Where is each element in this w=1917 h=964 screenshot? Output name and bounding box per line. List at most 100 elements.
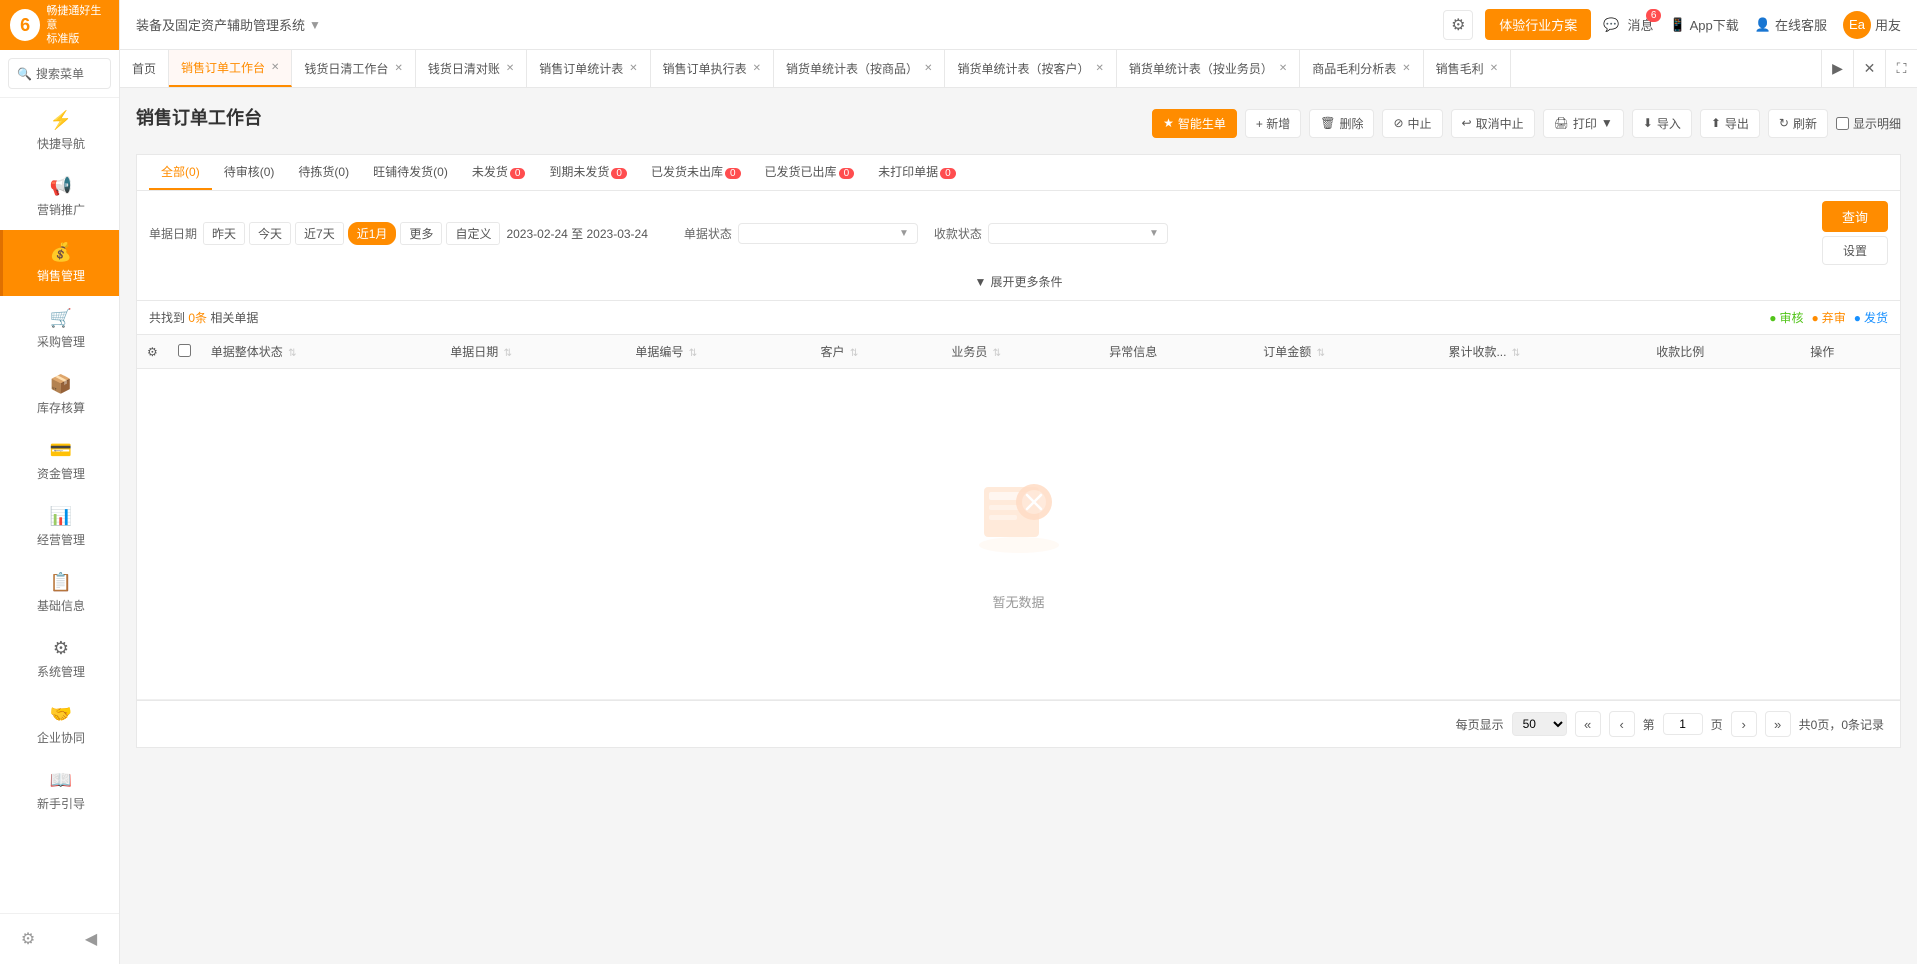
tab-cash-daily[interactable]: 钱货日清工作台 ✕ (292, 50, 415, 87)
tab-close-icon[interactable]: ✕ (924, 63, 932, 74)
date-today-btn[interactable]: 今天 (249, 222, 291, 245)
tab-scroll-right-button[interactable]: ▶ (1821, 50, 1853, 88)
sort-icon[interactable]: ⇅ (689, 348, 697, 359)
subtab-not-shipped[interactable]: 未发货0 (460, 155, 538, 190)
import-button[interactable]: ⬇ 导入 (1632, 109, 1692, 138)
subtab-overdue-not-shipped[interactable]: 到期未发货0 (537, 155, 639, 190)
refresh-button[interactable]: ↻ 刷新 (1768, 109, 1828, 138)
sort-icon[interactable]: ⇅ (850, 348, 858, 359)
select-all-checkbox[interactable] (178, 344, 191, 357)
logo-text: 畅捷通好生意 标准版 (46, 4, 109, 47)
tab-close-icon[interactable]: ✕ (1402, 63, 1410, 74)
tab-sales-order-workbench[interactable]: 销售订单工作台 ✕ (169, 50, 292, 87)
date-7days-btn[interactable]: 近7天 (295, 222, 344, 245)
collapse-button[interactable]: ◀ (73, 924, 109, 954)
status-filter: 单据状态 ▼ (684, 223, 918, 244)
stop-button[interactable]: ⊘ 中止 (1382, 109, 1442, 138)
tab-cash-reconcile[interactable]: 钱货日清对账 ✕ (416, 50, 527, 87)
page-last-button[interactable]: » (1765, 711, 1791, 737)
batch-ship-button[interactable]: ● 发货 (1854, 309, 1888, 326)
tab-close-icon[interactable]: ✕ (1279, 63, 1287, 74)
page-size-select[interactable]: 50 10 20 100 (1512, 712, 1567, 736)
smart-create-button[interactable]: ★ 智能生单 (1152, 109, 1237, 138)
sidebar-item-inventory[interactable]: 📦 库存核算 (0, 362, 119, 428)
show-detail-checkbox[interactable]: 显示明细 (1836, 115, 1901, 132)
tab-sales-profit[interactable]: 销售毛利 ✕ (1424, 50, 1511, 87)
subtab-shipped-not-out[interactable]: 已发货未出库0 (639, 155, 753, 190)
delete-button[interactable]: 🗑 删除 (1309, 109, 1374, 138)
set-button[interactable]: 设置 (1822, 236, 1888, 265)
sidebar-item-marketing[interactable]: 📢 营销推广 (0, 164, 119, 230)
tab-gross-margin[interactable]: 商品毛利分析表 ✕ (1300, 50, 1423, 87)
payment-select[interactable]: ▼ (988, 223, 1168, 244)
page-prev-button[interactable]: ‹ (1609, 711, 1635, 737)
date-1month-btn[interactable]: 近1月 (348, 222, 397, 245)
sort-icon[interactable]: ⇅ (1317, 348, 1325, 359)
batch-review-button[interactable]: ● 审核 (1769, 309, 1803, 326)
tab-sales-stats[interactable]: 销售订单统计表 ✕ (527, 50, 650, 87)
sidebar-item-guide[interactable]: 📖 新手引导 (0, 758, 119, 824)
col-settings-icon[interactable]: ⚙ (147, 345, 158, 359)
topbar-settings-button[interactable]: ⚙ (1443, 10, 1473, 40)
date-more-btn[interactable]: 更多 (400, 222, 442, 245)
tab-home[interactable]: 首页 (120, 50, 169, 87)
status-select[interactable]: ▼ (738, 223, 918, 244)
sidebar-item-sales[interactable]: 💰 销售管理 (0, 230, 119, 296)
solution-button[interactable]: 体验行业方案 (1485, 9, 1591, 40)
query-button[interactable]: 查询 (1822, 201, 1888, 232)
subtab-not-printed[interactable]: 未打印单据0 (866, 155, 968, 190)
sidebar-item-system[interactable]: ⚙ 系统管理 (0, 626, 119, 692)
subtab-pending-check[interactable]: 待拣货(0) (286, 155, 361, 190)
tab-close-icon[interactable]: ✕ (1490, 63, 1498, 74)
sidebar-item-operations[interactable]: 📊 经营管理 (0, 494, 119, 560)
system-icon: ⚙ (53, 638, 69, 659)
sidebar-item-enterprise[interactable]: 🤝 企业协同 (0, 692, 119, 758)
new-button[interactable]: + 新增 (1245, 109, 1301, 138)
sort-icon[interactable]: ⇅ (288, 348, 296, 359)
tab-close-icon[interactable]: ✕ (394, 63, 402, 74)
tab-sales-stats-customer[interactable]: 销货单统计表（按客户） ✕ (945, 50, 1116, 87)
tab-close-icon[interactable]: ✕ (271, 62, 279, 73)
tab-sales-stats-employee[interactable]: 销货单统计表（按业务员） ✕ (1117, 50, 1300, 87)
sort-icon[interactable]: ⇅ (1512, 348, 1520, 359)
subtab-all[interactable]: 全部(0) (149, 155, 212, 190)
empty-row: 暂无数据 (137, 369, 1900, 700)
sidebar-logo: 6 畅捷通好生意 标准版 (0, 0, 119, 50)
export-button[interactable]: ⬆ 导出 (1700, 109, 1760, 138)
page-number-input[interactable] (1663, 713, 1703, 735)
tab-close-icon[interactable]: ✕ (629, 63, 637, 74)
sidebar-item-purchase[interactable]: 🛒 采购管理 (0, 296, 119, 362)
expand-filter-button[interactable]: ▼ 展开更多条件 (975, 273, 1063, 290)
sidebar-item-label: 快捷导航 (37, 135, 85, 152)
search-menu-button[interactable]: 🔍 搜索菜单 (8, 58, 111, 89)
tab-close-all-button[interactable]: ✕ (1853, 50, 1885, 88)
date-yesterday-btn[interactable]: 昨天 (203, 222, 245, 245)
tab-sales-stats-product[interactable]: 销货单统计表（按商品） ✕ (774, 50, 945, 87)
user-menu[interactable]: Ea 用友 (1843, 11, 1901, 39)
subtab-shipped-out[interactable]: 已发货已出库0 (753, 155, 867, 190)
system-title-dropdown[interactable]: 装备及固定资产辅助管理系统 ▼ (136, 15, 321, 34)
sidebar-item-finance[interactable]: 💳 资金管理 (0, 428, 119, 494)
sort-icon[interactable]: ⇅ (504, 348, 512, 359)
tab-close-icon[interactable]: ✕ (1095, 63, 1103, 74)
date-custom-btn[interactable]: 自定义 (446, 222, 500, 245)
sidebar-item-quick-nav[interactable]: ⚡ 快捷导航 (0, 98, 119, 164)
show-detail-input[interactable] (1836, 117, 1849, 130)
sort-icon[interactable]: ⇅ (993, 348, 1001, 359)
print-button[interactable]: 🖨 打印 ▼ (1543, 109, 1624, 138)
sidebar-item-basic-info[interactable]: 📋 基础信息 (0, 560, 119, 626)
tab-fullscreen-button[interactable]: ⛶ (1885, 50, 1917, 88)
tab-sales-exec[interactable]: 销售订单执行表 ✕ (651, 50, 774, 87)
app-download-button[interactable]: 📱 App下载 (1669, 15, 1738, 34)
cancel-stop-button[interactable]: ↩ 取消中止 (1451, 109, 1535, 138)
tab-close-icon[interactable]: ✕ (506, 63, 514, 74)
settings-button[interactable]: ⚙ (10, 924, 46, 954)
message-button[interactable]: 💬 6 消息 (1603, 15, 1653, 34)
page-first-button[interactable]: « (1575, 711, 1601, 737)
tab-close-icon[interactable]: ✕ (753, 63, 761, 74)
batch-unreview-button[interactable]: ● 弃审 (1811, 309, 1845, 326)
page-next-button[interactable]: › (1731, 711, 1757, 737)
online-service-button[interactable]: 👤 在线客服 (1755, 15, 1827, 34)
subtab-wangpu-ship[interactable]: 旺铺待发货(0) (361, 155, 460, 190)
subtab-pending-review[interactable]: 待审核(0) (212, 155, 287, 190)
